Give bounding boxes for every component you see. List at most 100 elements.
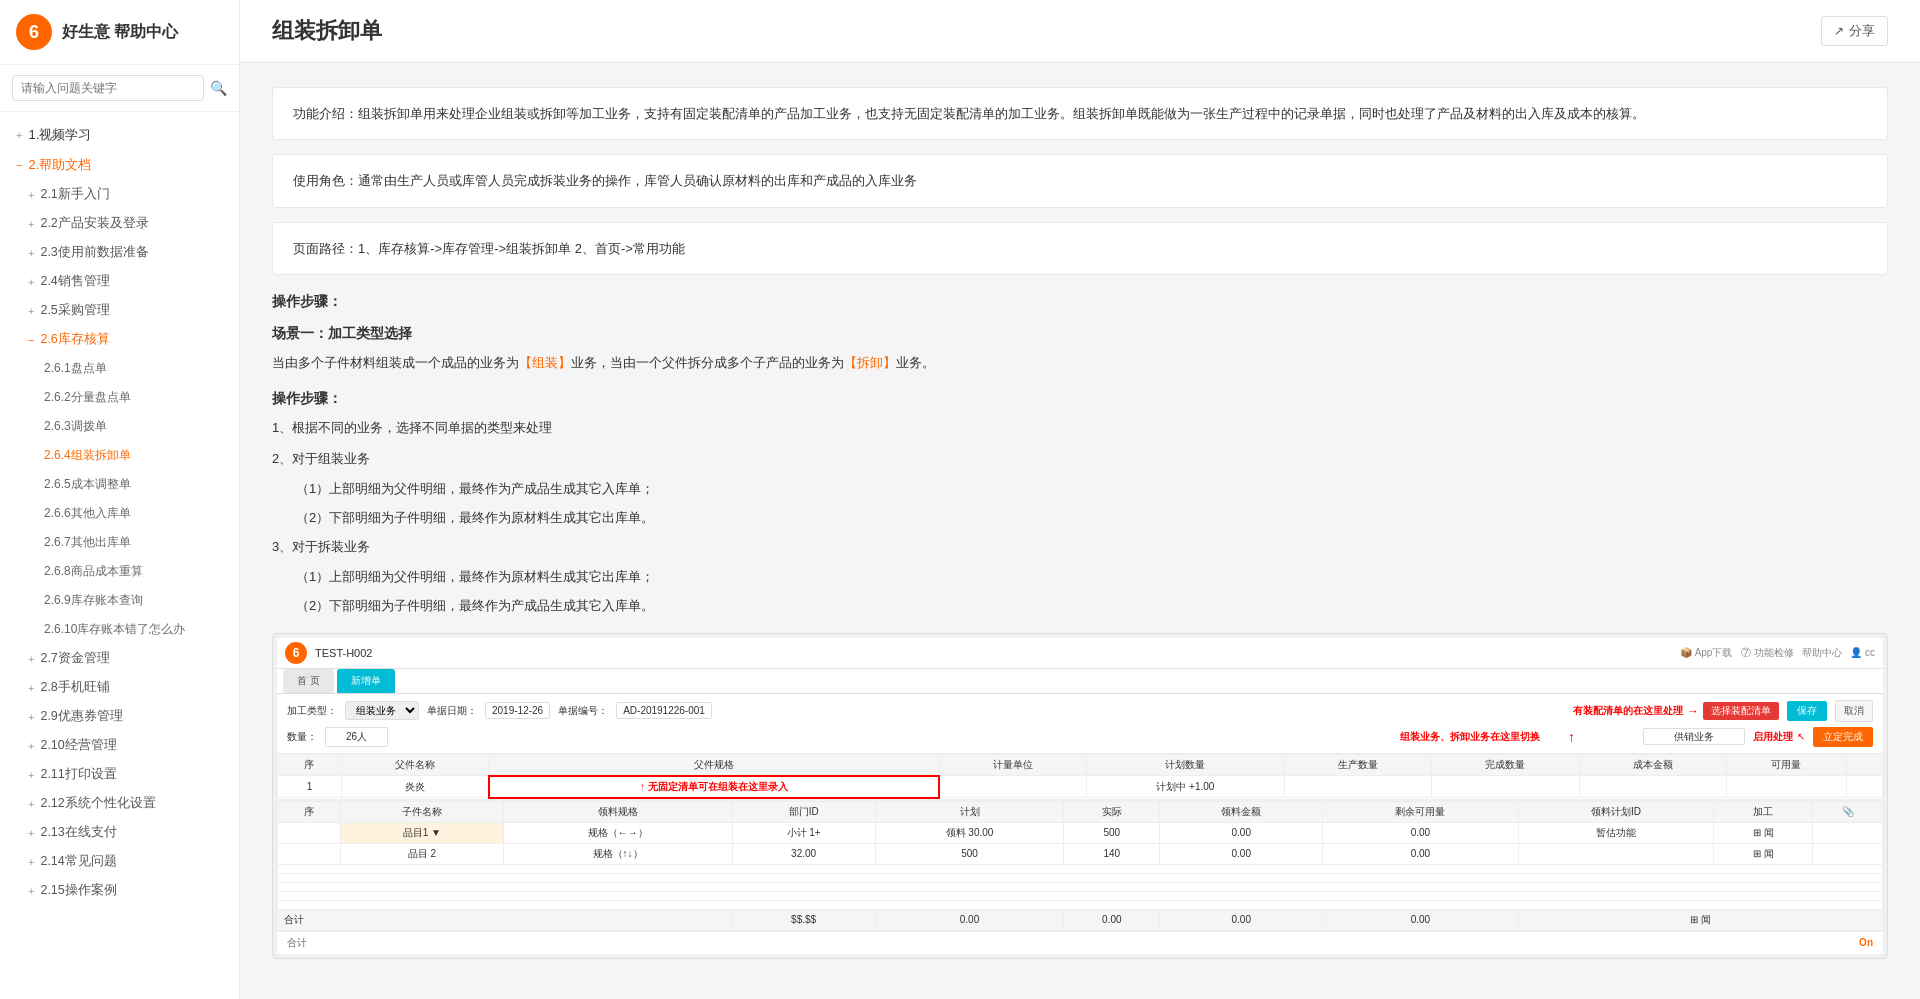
sidebar-item-stocktake[interactable]: 2.6.1盘点单 [0, 354, 239, 383]
sidebar-item-inventory[interactable]: − 2.6库存核算 [0, 325, 239, 354]
sub-row-empty-6 [278, 891, 1883, 900]
sub-td-seq-2 [278, 843, 341, 864]
sub-th-process: 加工 [1714, 801, 1813, 822]
sub-td-dept-2: 32.00 [732, 843, 875, 864]
search-box: 🔍 [0, 65, 239, 112]
content-area: 功能介绍：组装拆卸单用来处理企业组装或拆卸等加工业务，支持有固定装配清单的产品加… [240, 63, 1920, 999]
search-button[interactable]: 🔍 [210, 80, 227, 96]
main-area: 组装拆卸单 ↗ 分享 功能介绍：组装拆卸单用来处理企业组装或拆卸等加工业务，支持… [240, 0, 1920, 999]
sub-td-dept-1: 小计 1+ [732, 822, 875, 843]
sidebar-item-partial-stocktake[interactable]: 2.6.2分量盘点单 [0, 383, 239, 412]
sub-th-spec: 领料规格 [503, 801, 732, 822]
logo-icon: 6 [16, 14, 52, 50]
sidebar-item-finance[interactable]: + 2.7资金管理 [0, 644, 239, 673]
role-intro-block: 使用角色：通常由生产人员或库管人员完成拆装业务的操作，库管人员确认原材料的出库和… [272, 154, 1888, 207]
sub-footer-3: 0.00 [1064, 909, 1160, 930]
th-complete-qty: 完成数量 [1432, 754, 1579, 776]
sidebar-item-video[interactable]: + 1.视频学习 [0, 120, 239, 150]
sidebar-item-assembly[interactable]: 2.6.4组装拆卸单 [0, 441, 239, 470]
sidebar-item-other-in[interactable]: 2.6.6其他入库单 [0, 499, 239, 528]
sidebar-item-install[interactable]: + 2.2产品安装及登录 [0, 209, 239, 238]
expand-icon-install: + [28, 218, 34, 230]
sidebar-item-help-docs[interactable]: − 2.帮助文档 [0, 150, 239, 180]
sidebar-item-stock-fix[interactable]: 2.6.10库存账本错了怎么办 [0, 615, 239, 644]
path-intro-block: 页面路径：1、库存核算->库存管理->组装拆卸单 2、首页->常用功能 [272, 222, 1888, 275]
sidebar-item-faq[interactable]: + 2.14常见问题 [0, 847, 239, 876]
sub-td-planid-1: 暂估功能 [1518, 822, 1714, 843]
page-title: 组装拆卸单 [272, 16, 382, 46]
sidebar-item-label: 2.1新手入门 [40, 186, 109, 203]
td-seq-1: 1 [278, 776, 342, 798]
expand-icon-cases: + [28, 885, 34, 897]
sub-footer-label: 合计 [278, 909, 733, 930]
ops-steps-subheading: 操作步骤： [272, 390, 1888, 408]
expand-icon-video: + [16, 129, 22, 141]
sidebar-item-payment[interactable]: + 2.13在线支付 [0, 818, 239, 847]
btn-save[interactable]: 保存 [1787, 701, 1827, 721]
td-unit-1 [939, 776, 1086, 798]
sub-th-actual: 实际 [1064, 801, 1160, 822]
sub-td-amount-1: 0.00 [1160, 822, 1323, 843]
sidebar-item-label: 2.13在线支付 [40, 824, 116, 841]
function-intro-block: 功能介绍：组装拆卸单用来处理企业组装或拆卸等加工业务，支持有固定装配清单的产品加… [272, 87, 1888, 140]
step2-sub2: （2）下部明细为子件明细，最终作为原材料生成其它出库单。 [272, 506, 1888, 531]
expand-icon-mobile: + [28, 682, 34, 694]
annotation-enable: 启用处理 [1753, 730, 1793, 744]
sidebar-item-cases[interactable]: + 2.15操作案例 [0, 876, 239, 905]
sub-footer-1: $$.$$ [732, 909, 875, 930]
sidebar-item-label: 2.15操作案例 [40, 882, 116, 899]
sub-row-empty-4 [278, 873, 1883, 882]
sidebar-item-transfer[interactable]: 2.6.3调拨单 [0, 412, 239, 441]
sidebar-item-ops[interactable]: + 2.10经营管理 [0, 731, 239, 760]
sidebar-item-coupon[interactable]: + 2.9优惠券管理 [0, 702, 239, 731]
annotation-arrow2: ↑ [1568, 729, 1575, 745]
sidebar-item-label: 2.6.8商品成本重算 [44, 563, 143, 580]
scenario1-desc: 当由多个子件材料组装成一个成品的业务为【组装】业务，当由一个父件拆分成多个子产品… [272, 351, 1888, 376]
sub-td-spec-1: 规格（←→） [503, 822, 732, 843]
sidebar-item-data-prep[interactable]: + 2.3使用前数据准备 [0, 238, 239, 267]
form-num-label: 单据编号： [558, 704, 608, 718]
sidebar-item-mobile[interactable]: + 2.8手机旺铺 [0, 673, 239, 702]
sub-td-spec-2: 规格（↑↓） [503, 843, 732, 864]
sidebar-item-purchase[interactable]: + 2.5采购管理 [0, 296, 239, 325]
app-tab-1[interactable]: 首 页 [283, 669, 334, 693]
expand-icon-newbie: + [28, 189, 34, 201]
sub-th-plan-id: 领料计划ID [1518, 801, 1714, 822]
sub-th-amount: 领料金额 [1160, 801, 1323, 822]
sidebar-item-stock-ledger[interactable]: 2.6.9库存账本查询 [0, 586, 239, 615]
sub-td-process-2: ⊞ 闻 [1714, 843, 1813, 864]
step3: 3、对于拆装业务 [272, 535, 1888, 560]
th-action [1846, 754, 1882, 776]
btn-enable[interactable]: 立定完成 [1813, 727, 1873, 747]
btn-cancel[interactable]: 取消 [1835, 700, 1873, 722]
form-date-label: 单据日期： [427, 704, 477, 718]
sub-td-actual-1: 500 [1064, 822, 1160, 843]
sub-td-child-name-1: 品目1 ▼ [341, 822, 504, 843]
sidebar-item-sales[interactable]: + 2.4销售管理 [0, 267, 239, 296]
sub-td-icon-1 [1813, 822, 1883, 843]
sub-th-icon: 📎 [1813, 801, 1883, 822]
sub-td-amount-2: 0.00 [1160, 843, 1323, 864]
share-button[interactable]: ↗ 分享 [1821, 16, 1888, 46]
td-parent-spec-1[interactable]: ↑ 无固定清单可在组装在这里录入 [489, 776, 939, 798]
btn-select-bom[interactable]: 选择装配清单 [1703, 702, 1779, 720]
share-icon: ↗ [1834, 24, 1844, 38]
form-type-select[interactable]: 组装业务 拆卸业务 [345, 701, 419, 720]
expand-icon-sales: + [28, 276, 34, 288]
app-tab-active[interactable]: 新增单 [337, 669, 395, 693]
sidebar-item-cost-adjust[interactable]: 2.6.5成本调整单 [0, 470, 239, 499]
search-input[interactable] [12, 75, 204, 101]
sidebar-item-cost-recalc[interactable]: 2.6.8商品成本重算 [0, 557, 239, 586]
sub-td-plan-2: 500 [875, 843, 1063, 864]
sidebar-item-print[interactable]: + 2.11打印设置 [0, 760, 239, 789]
sidebar-logo-area: 6 好生意 帮助中心 [0, 0, 239, 65]
sidebar-item-custom[interactable]: + 2.12系统个性化设置 [0, 789, 239, 818]
sidebar-item-label: 2.6.4组装拆卸单 [44, 447, 131, 464]
nav-tree: + 1.视频学习 − 2.帮助文档 + 2.1新手入门 + 2.2产品安装及登录… [0, 112, 239, 999]
form-date-value: 2019-12-26 [485, 702, 550, 719]
sidebar-item-other-out[interactable]: 2.6.7其他出库单 [0, 528, 239, 557]
step2: 2、对于组装业务 [272, 447, 1888, 472]
sidebar-item-label: 2.帮助文档 [28, 156, 91, 174]
function-intro-text: 功能介绍：组装拆卸单用来处理企业组装或拆卸等加工业务，支持有固定装配清单的产品加… [293, 106, 1645, 121]
sidebar-item-newbie[interactable]: + 2.1新手入门 [0, 180, 239, 209]
